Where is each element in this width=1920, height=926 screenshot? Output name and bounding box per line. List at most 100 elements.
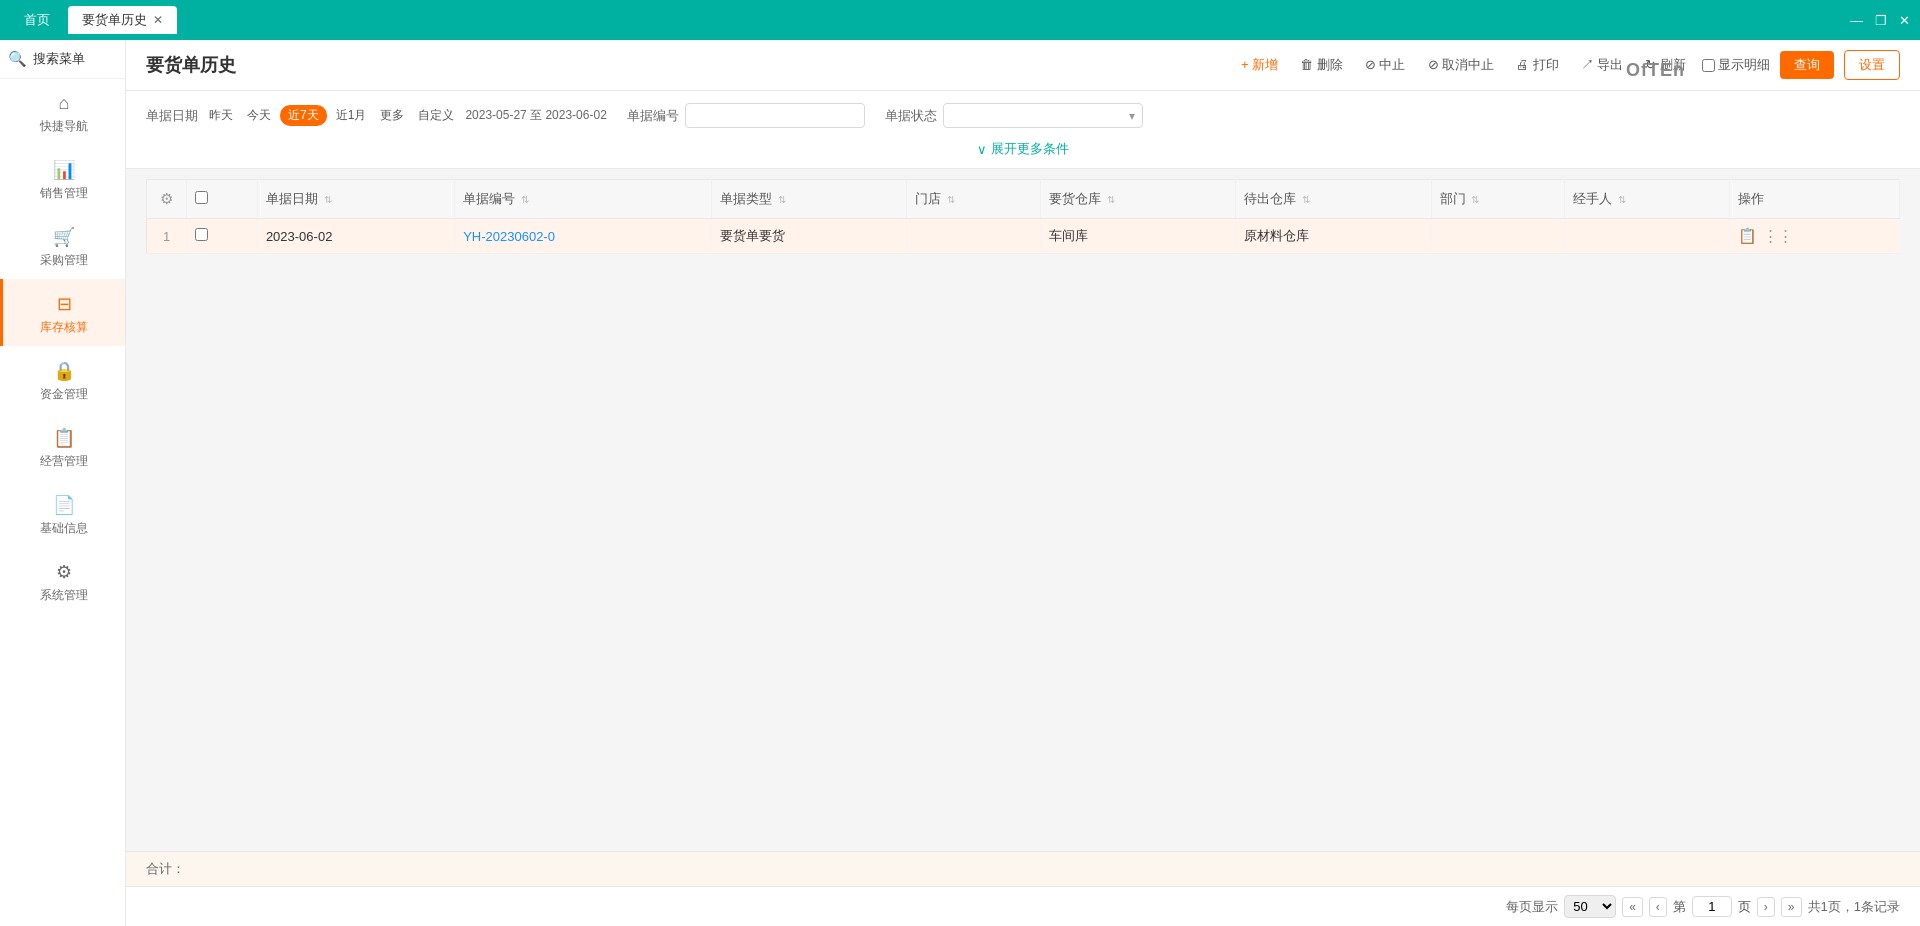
tab-close-icon[interactable]: ✕ bbox=[153, 13, 163, 27]
sidebar-item-label: 库存核算 bbox=[40, 319, 88, 336]
minimize-btn[interactable]: — bbox=[1850, 13, 1863, 28]
cancel-stop-button[interactable]: ⊘ 取消中止 bbox=[1422, 52, 1501, 78]
page-size-select[interactable]: 50 10 20 100 bbox=[1564, 895, 1616, 918]
stop-button[interactable]: ⊘ 中止 bbox=[1359, 52, 1412, 78]
page-label: 页 bbox=[1738, 898, 1751, 916]
page-number-input[interactable] bbox=[1692, 896, 1732, 917]
sidebar-item-quick-nav[interactable]: ⌂ 快捷导航 bbox=[0, 79, 125, 145]
prev-page-btn[interactable]: ‹ bbox=[1649, 897, 1667, 917]
jump-label: 第 bbox=[1673, 898, 1686, 916]
th-store-label: 门店 bbox=[915, 191, 941, 206]
sidebar-item-inventory[interactable]: ⊟ 库存核算 bbox=[0, 279, 125, 346]
sidebar-item-label: 销售管理 bbox=[40, 185, 88, 202]
sidebar-item-sales[interactable]: 📊 销售管理 bbox=[0, 145, 125, 212]
cell-checkbox[interactable] bbox=[187, 219, 258, 254]
sidebar-search[interactable]: 🔍 搜索菜单 bbox=[0, 40, 125, 79]
sort-icon[interactable]: ⇅ bbox=[324, 194, 332, 205]
select-all-checkbox[interactable] bbox=[195, 191, 208, 204]
sidebar-search-label: 搜索菜单 bbox=[33, 50, 85, 68]
date-btn-today[interactable]: 今天 bbox=[242, 105, 276, 126]
order-no-link[interactable]: YH-20230602-0 bbox=[463, 229, 555, 244]
status-select[interactable] bbox=[943, 103, 1143, 128]
date-btn-7days[interactable]: 近7天 bbox=[280, 105, 327, 126]
row-more-icon[interactable]: ⋮⋮ bbox=[1763, 227, 1793, 245]
date-btn-yesterday[interactable]: 昨天 bbox=[204, 105, 238, 126]
sidebar-item-finance[interactable]: 🔒 资金管理 bbox=[0, 346, 125, 413]
sort-icon[interactable]: ⇅ bbox=[1107, 194, 1115, 205]
table-row[interactable]: 1 2023-06-02 YH-20230602-0 要货单要货 车间库 原材料… bbox=[147, 219, 1900, 254]
sidebar-item-base-info[interactable]: 📄 基础信息 bbox=[0, 480, 125, 547]
row-edit-icon[interactable]: 📋 bbox=[1738, 227, 1757, 245]
add-button[interactable]: + 新增 bbox=[1235, 52, 1284, 78]
refresh-button[interactable]: ↻ 刷新 bbox=[1639, 52, 1692, 78]
summary-label: 合计： bbox=[146, 861, 185, 876]
th-action-label: 操作 bbox=[1738, 191, 1764, 206]
filter-row-1: 单据日期 昨天 今天 近7天 近1月 更多 自定义 2023-05-27 至 2… bbox=[146, 103, 1900, 128]
th-settings[interactable]: ⚙ bbox=[147, 180, 187, 219]
cell-type: 要货单要货 bbox=[712, 219, 907, 254]
date-range-display: 2023-05-27 至 2023-06-02 bbox=[465, 107, 606, 124]
display-cell-checkbox[interactable] bbox=[1702, 59, 1715, 72]
table-footer: 合计： bbox=[126, 851, 1920, 886]
tab-requisition-history[interactable]: 要货单历史 ✕ bbox=[68, 6, 177, 34]
display-cell-toggle[interactable]: 显示明细 bbox=[1702, 56, 1770, 74]
th-dept-label: 部门 bbox=[1440, 191, 1466, 206]
cell-index: 1 bbox=[147, 219, 187, 254]
sidebar-item-label: 快捷导航 bbox=[40, 118, 88, 135]
th-pending-warehouse: 待出仓库 ⇅ bbox=[1236, 180, 1431, 219]
expand-more-icon: ∨ bbox=[977, 142, 987, 157]
settings-button[interactable]: 设置 bbox=[1844, 50, 1900, 80]
th-handler: 经手人 ⇅ bbox=[1565, 180, 1729, 219]
table-area: ⚙ 单据日期 ⇅ 单据编号 ⇅ bbox=[126, 169, 1920, 851]
cell-pending-warehouse: 原材料仓库 bbox=[1236, 219, 1431, 254]
expand-more-btn[interactable]: ∨ 展开更多条件 bbox=[146, 136, 1900, 162]
page-header: 要货单历史 + 新增 🗑 删除 ⊘ 中止 ⊘ 取消中止 🖨 打印 ↗ 导出 ↻ … bbox=[126, 40, 1920, 91]
top-bar: 首页 要货单历史 ✕ — ❐ ✕ bbox=[0, 0, 1920, 40]
th-dept: 部门 ⇅ bbox=[1431, 180, 1565, 219]
sort-icon[interactable]: ⇅ bbox=[521, 194, 529, 205]
sort-icon[interactable]: ⇅ bbox=[1618, 194, 1626, 205]
toolbar: + 新增 🗑 删除 ⊘ 中止 ⊘ 取消中止 🖨 打印 ↗ 导出 ↻ 刷新 显示明… bbox=[1235, 50, 1900, 80]
date-btn-custom[interactable]: 自定义 bbox=[413, 105, 459, 126]
cell-dept bbox=[1431, 219, 1565, 254]
first-page-btn[interactable]: « bbox=[1622, 897, 1643, 917]
sort-icon[interactable]: ⇅ bbox=[778, 194, 786, 205]
column-settings-icon[interactable]: ⚙ bbox=[160, 190, 173, 207]
th-no-label: 单据编号 bbox=[463, 191, 515, 206]
row-action-buttons: 📋 ⋮⋮ bbox=[1738, 227, 1891, 245]
print-button[interactable]: 🖨 打印 bbox=[1510, 52, 1565, 78]
order-no-input[interactable] bbox=[685, 103, 865, 128]
lock-icon: 🔒 bbox=[53, 360, 75, 382]
th-req-warehouse-label: 要货仓库 bbox=[1049, 191, 1101, 206]
th-date: 单据日期 ⇅ bbox=[257, 180, 454, 219]
filter-date-item: 单据日期 昨天 今天 近7天 近1月 更多 自定义 2023-05-27 至 2… bbox=[146, 105, 607, 126]
date-btn-more[interactable]: 更多 bbox=[375, 105, 409, 126]
cell-action: 📋 ⋮⋮ bbox=[1729, 219, 1899, 254]
row-checkbox[interactable] bbox=[195, 228, 208, 241]
sidebar-item-label: 系统管理 bbox=[40, 587, 88, 604]
sidebar-item-system[interactable]: ⚙ 系统管理 bbox=[0, 547, 125, 614]
tab-home[interactable]: 首页 bbox=[10, 6, 64, 34]
sidebar-item-operations[interactable]: 📋 经营管理 bbox=[0, 413, 125, 480]
close-btn[interactable]: ✕ bbox=[1899, 13, 1910, 28]
th-store: 门店 ⇅ bbox=[907, 180, 1041, 219]
sidebar-item-purchase[interactable]: 🛒 采购管理 bbox=[0, 212, 125, 279]
pagination: 每页显示 50 10 20 100 « ‹ 第 页 › » 共1页，1条记录 bbox=[126, 886, 1920, 926]
th-action: 操作 bbox=[1729, 180, 1899, 219]
cell-store bbox=[907, 219, 1041, 254]
sort-icon[interactable]: ⇅ bbox=[1471, 194, 1479, 205]
sidebar: 🔍 搜索菜单 ⌂ 快捷导航 📊 销售管理 🛒 采购管理 ⊟ 库存核算 🔒 资金管… bbox=[0, 40, 126, 926]
delete-button[interactable]: 🗑 删除 bbox=[1294, 52, 1349, 78]
sort-icon[interactable]: ⇅ bbox=[947, 194, 955, 205]
next-page-btn[interactable]: › bbox=[1757, 897, 1775, 917]
date-btn-1month[interactable]: 近1月 bbox=[331, 105, 372, 126]
restore-btn[interactable]: ❐ bbox=[1875, 13, 1887, 28]
cell-date: 2023-06-02 bbox=[257, 219, 454, 254]
last-page-btn[interactable]: » bbox=[1781, 897, 1802, 917]
export-button[interactable]: ↗ 导出 bbox=[1575, 52, 1630, 78]
data-table: ⚙ 单据日期 ⇅ 单据编号 ⇅ bbox=[146, 179, 1900, 254]
sort-icon[interactable]: ⇅ bbox=[1302, 194, 1310, 205]
query-button[interactable]: 查询 bbox=[1780, 51, 1834, 79]
cart-icon: 🛒 bbox=[53, 226, 75, 248]
th-checkbox[interactable] bbox=[187, 180, 258, 219]
